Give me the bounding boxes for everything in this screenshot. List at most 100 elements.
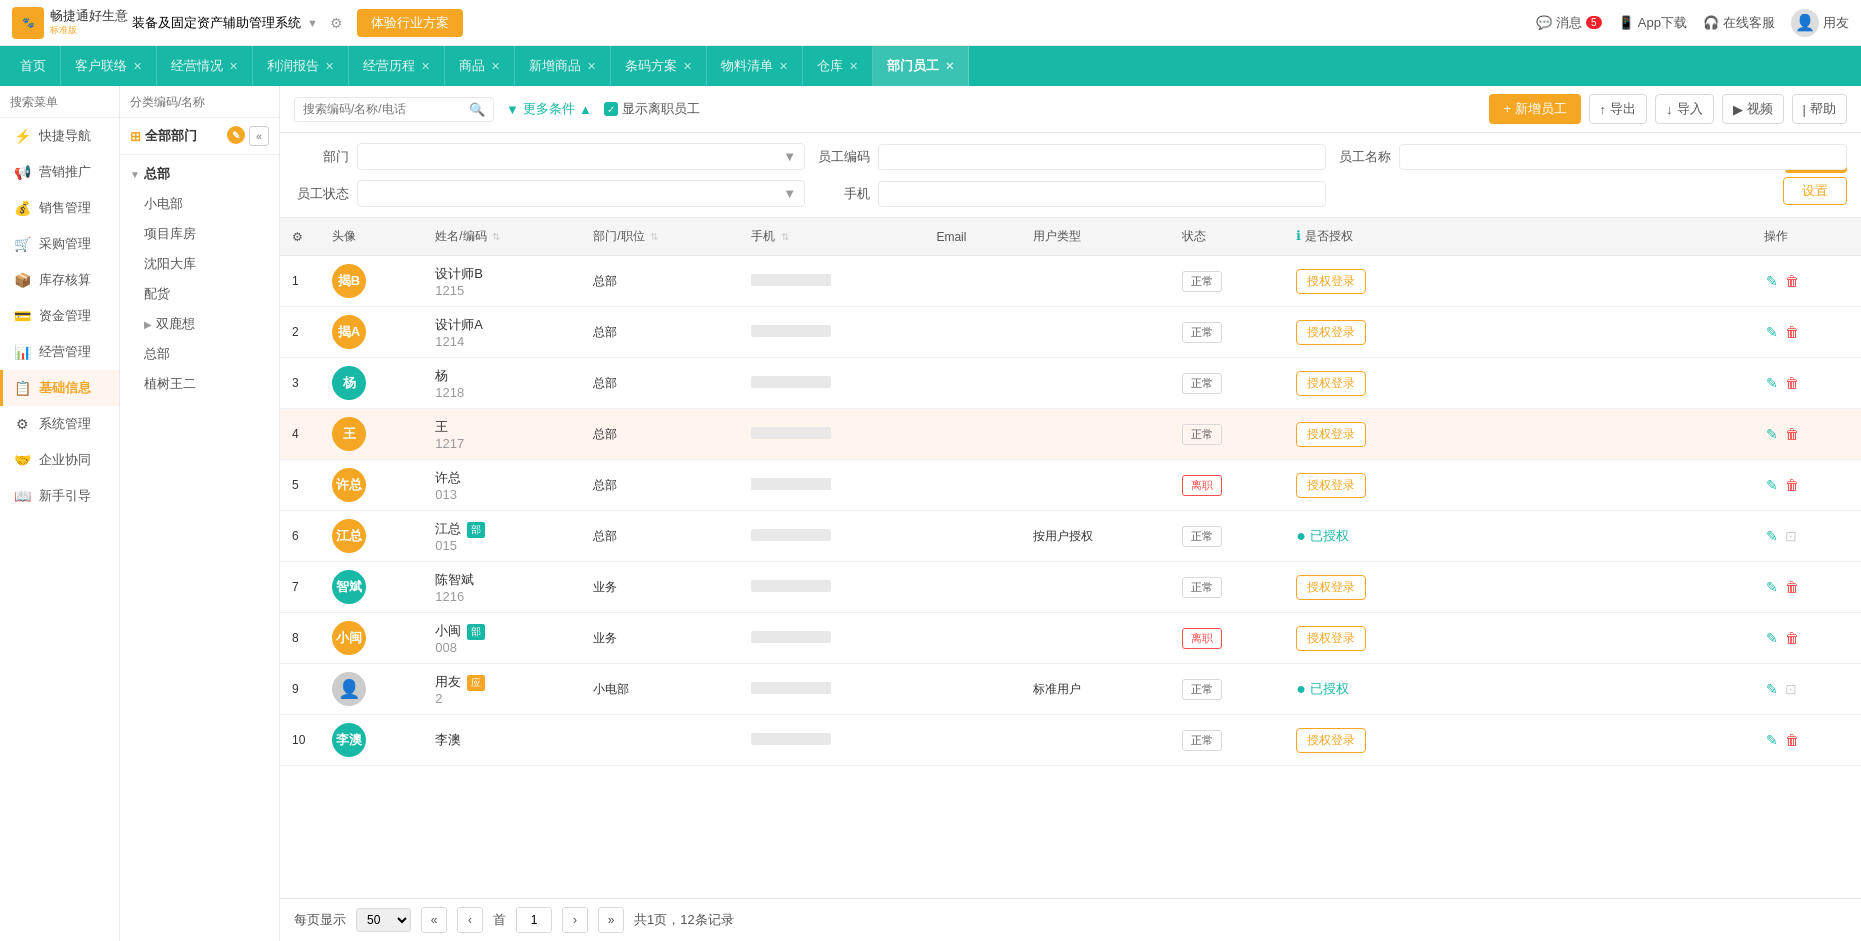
per-page-select[interactable]: 50 20 100 — [356, 908, 411, 932]
help-btn[interactable]: | 帮助 — [1792, 94, 1847, 124]
status-select[interactable]: ▼ — [357, 180, 805, 207]
sidebar-item-sales[interactable]: 💰 销售管理 — [0, 190, 119, 226]
edit-btn[interactable]: ✎ — [1766, 324, 1778, 340]
edit-btn[interactable]: ✎ — [1766, 630, 1778, 646]
show-resigned-toggle[interactable]: ✓ 显示离职员工 — [604, 100, 700, 118]
emp-code-input[interactable] — [878, 144, 1326, 170]
edit-btn[interactable]: ✎ — [1766, 426, 1778, 442]
user-avatar-btn[interactable]: 👤 用友 — [1791, 9, 1849, 37]
gear-icon[interactable]: ⚙ — [330, 15, 343, 31]
tab-process[interactable]: 经营历程✕ — [349, 46, 445, 86]
trial-button[interactable]: 体验行业方案 — [357, 9, 463, 37]
view-btn[interactable]: ▶ 视频 — [1722, 94, 1784, 124]
auth-btn[interactable]: 授权登录 — [1296, 473, 1366, 498]
prev-prev-btn[interactable]: « — [421, 907, 447, 933]
auth-btn[interactable]: 授权登录 — [1296, 320, 1366, 345]
edit-btn[interactable]: ✎ — [1766, 273, 1778, 289]
sidebar-item-system[interactable]: ⚙ 系统管理 — [0, 406, 119, 442]
sidebar-item-basic[interactable]: 📋 基础信息 — [0, 370, 119, 406]
dept-node-parent[interactable]: ▼ 总部 — [120, 159, 279, 189]
auth-btn[interactable]: 授权登录 — [1296, 269, 1366, 294]
tab-add-goods[interactable]: 新增商品✕ — [515, 46, 611, 86]
sidebar-item-shortcut[interactable]: ⚡ 快捷导航 — [0, 118, 119, 154]
delete-btn[interactable]: 🗑 — [1785, 273, 1799, 289]
add-employee-btn[interactable]: + 新增员工 — [1489, 94, 1580, 124]
app-download-btn[interactable]: 📱 App下载 — [1618, 14, 1687, 32]
dept-node-shenyang[interactable]: 沈阳大库 — [120, 249, 279, 279]
dept-collapse-btn[interactable]: « — [249, 126, 269, 146]
dept-node-xiaodian[interactable]: 小电部 — [120, 189, 279, 219]
auth-btn[interactable]: 授权登录 — [1296, 371, 1366, 396]
message-btn[interactable]: 💬 消息 5 — [1536, 14, 1602, 32]
export-btn[interactable]: ↑ 导出 — [1589, 94, 1648, 124]
close-icon[interactable]: ✕ — [491, 60, 500, 73]
edit-btn[interactable]: ✎ — [1766, 579, 1778, 595]
import-btn[interactable]: ↓ 导入 — [1655, 94, 1714, 124]
delete-btn[interactable]: 🗑 — [1785, 426, 1799, 442]
edit-btn[interactable]: ✎ — [1766, 528, 1778, 544]
sidebar-item-business[interactable]: 📊 经营管理 — [0, 334, 119, 370]
more-conditions-btn[interactable]: ▼ 更多条件 ▲ — [506, 100, 592, 118]
tab-warehouse[interactable]: 仓库✕ — [803, 46, 873, 86]
delete-btn[interactable]: 🗑 — [1785, 732, 1799, 748]
sidebar-item-finance[interactable]: 💳 资金管理 — [0, 298, 119, 334]
close-icon[interactable]: ✕ — [683, 60, 692, 73]
auth-btn[interactable]: 授权登录 — [1296, 728, 1366, 753]
tab-customer[interactable]: 客户联络✕ — [61, 46, 157, 86]
edit-btn[interactable]: ✎ — [1766, 732, 1778, 748]
delete-btn[interactable]: 🗑 — [1785, 579, 1799, 595]
dept-node-project[interactable]: 项目库房 — [120, 219, 279, 249]
sidebar-item-guide[interactable]: 📖 新手引导 — [0, 478, 119, 514]
dept-node-zongbu[interactable]: 总部 — [120, 339, 279, 369]
auth-btn[interactable]: 授权登录 — [1296, 626, 1366, 651]
sidebar-item-inventory[interactable]: 📦 库存核算 — [0, 262, 119, 298]
sidebar-item-purchase[interactable]: 🛒 采购管理 — [0, 226, 119, 262]
sys-title-dropdown-icon[interactable]: ▼ — [307, 17, 318, 29]
dept-edit-btn[interactable]: ✎ — [227, 126, 245, 144]
dept-search-input[interactable] — [130, 95, 280, 109]
reset-btn[interactable]: 设置 — [1783, 177, 1847, 205]
dept-node-peihuo[interactable]: 配货 — [120, 279, 279, 309]
close-icon[interactable]: ✕ — [133, 60, 142, 73]
tab-bom[interactable]: 物料清单✕ — [707, 46, 803, 86]
dept-all-btn[interactable]: ⊞ 全部部门 ✎ « — [120, 118, 279, 155]
sidebar-item-marketing[interactable]: 📢 营销推广 — [0, 154, 119, 190]
tab-profit[interactable]: 利润报告✕ — [253, 46, 349, 86]
delete-btn[interactable]: 🗑 — [1785, 630, 1799, 646]
tab-barcode[interactable]: 条码方案✕ — [611, 46, 707, 86]
close-icon[interactable]: ✕ — [229, 60, 238, 73]
tab-employees[interactable]: 部门员工✕ — [873, 46, 969, 86]
phone-input[interactable] — [878, 181, 1326, 207]
close-icon[interactable]: ✕ — [325, 60, 334, 73]
dept-select[interactable]: ▼ — [357, 143, 805, 170]
dept-node-shuanglu[interactable]: ▶ 双鹿想 — [120, 309, 279, 339]
emp-name-input[interactable] — [1399, 144, 1847, 170]
close-icon[interactable]: ✕ — [421, 60, 430, 73]
tab-operation[interactable]: 经营情况✕ — [157, 46, 253, 86]
next-next-btn[interactable]: » — [598, 907, 624, 933]
page-input[interactable] — [516, 907, 552, 933]
copy-btn[interactable]: ⊡ — [1785, 681, 1797, 697]
tab-goods[interactable]: 商品✕ — [445, 46, 515, 86]
auth-btn[interactable]: 授权登录 — [1296, 422, 1366, 447]
col-settings[interactable]: ⚙ — [280, 218, 320, 256]
delete-btn[interactable]: 🗑 — [1785, 477, 1799, 493]
delete-btn[interactable]: 🗑 — [1785, 375, 1799, 391]
edit-btn[interactable]: ✎ — [1766, 681, 1778, 697]
emp-search-input[interactable] — [303, 102, 463, 116]
close-icon[interactable]: ✕ — [945, 60, 954, 73]
close-icon[interactable]: ✕ — [849, 60, 858, 73]
copy-btn[interactable]: ⊡ — [1785, 528, 1797, 544]
auth-btn[interactable]: 授权登录 — [1296, 575, 1366, 600]
online-service-btn[interactable]: 🎧 在线客服 — [1703, 14, 1775, 32]
sidebar-item-collab[interactable]: 🤝 企业协同 — [0, 442, 119, 478]
tab-home[interactable]: 首页 — [6, 46, 61, 86]
edit-btn[interactable]: ✎ — [1766, 477, 1778, 493]
close-icon[interactable]: ✕ — [779, 60, 788, 73]
sidebar-search-input[interactable] — [10, 95, 120, 109]
prev-btn[interactable]: ‹ — [457, 907, 483, 933]
dept-node-planting[interactable]: 植树王二 — [120, 369, 279, 399]
close-icon[interactable]: ✕ — [587, 60, 596, 73]
delete-btn[interactable]: 🗑 — [1785, 324, 1799, 340]
edit-btn[interactable]: ✎ — [1766, 375, 1778, 391]
